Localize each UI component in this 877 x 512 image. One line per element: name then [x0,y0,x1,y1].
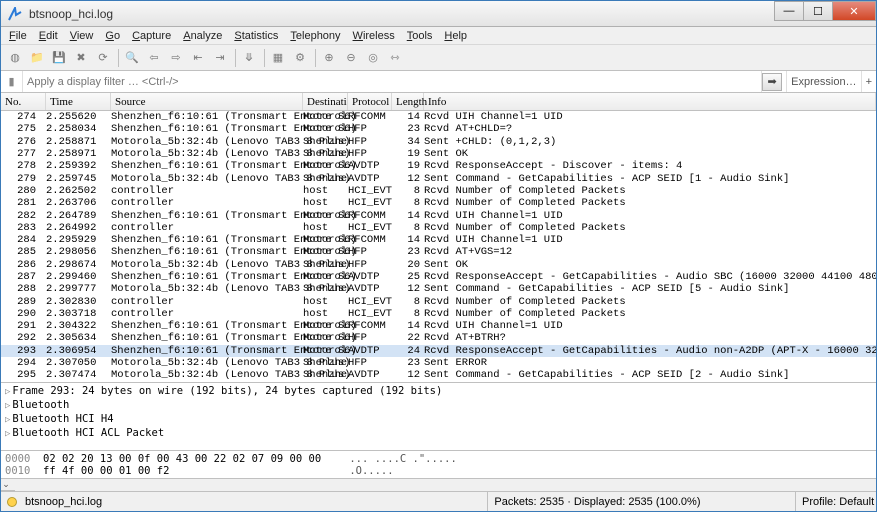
menu-tools[interactable]: Tools [401,30,439,42]
packet-bytes[interactable]: 000002 02 20 13 00 0f 00 43 00 22 02 07 … [1,451,876,479]
packet-row[interactable]: 2782.259392Shenzhen_f6:10:61 (Tronsmart … [1,160,876,172]
packet-row[interactable]: 2952.307474Motorola_5b:32:4b (Lenovo TAB… [1,369,876,381]
menu-capture[interactable]: Capture [126,30,177,42]
detail-item[interactable]: ▷Frame 293: 24 bytes on wire (192 bits),… [5,385,872,399]
menu-view[interactable]: View [64,30,100,42]
close-file-icon[interactable]: ✖ [71,48,91,68]
auto-scroll-icon[interactable]: ⤋ [239,48,259,68]
packet-list[interactable]: No. Time Source Destination Protocol Len… [1,93,876,383]
menu-file[interactable]: File [3,30,33,42]
status-profile[interactable]: Profile: Default [796,492,876,511]
packet-row[interactable]: 2772.258971Motorola_5b:32:4b (Lenovo TAB… [1,148,876,160]
menu-telephony[interactable]: Telephony [284,30,346,42]
status-bar: btsnoop_hci.log Packets: 2535 · Displaye… [1,491,876,511]
collapse-handle[interactable]: ⌄ [1,479,15,491]
menu-bar: FileEditViewGoCaptureAnalyzeStatisticsTe… [1,27,876,45]
packet-row[interactable]: 2832.264992controllerhostHCI_EVT8Rcvd Nu… [1,222,876,234]
detail-item[interactable]: ▷Bluetooth [5,399,872,413]
maximize-button[interactable]: ☐ [803,1,833,21]
packet-row[interactable]: 2872.299460Shenzhen_f6:10:61 (Tronsmart … [1,271,876,283]
shark-icon[interactable]: ◍ [5,48,25,68]
main-toolbar: ◍ 📁 💾 ✖ ⟳ 🔍 ⇦ ⇨ ⇤ ⇥ ⤋ ▦ ⚙ ⊕ ⊖ ◎ ⇿ [1,45,876,71]
packet-row[interactable]: 2902.303718controllerhostHCI_EVT8Rcvd Nu… [1,308,876,320]
reload-icon[interactable]: ⟳ [93,48,113,68]
packet-row[interactable]: 2822.264789Shenzhen_f6:10:61 (Tronsmart … [1,209,876,221]
col-length[interactable]: Length [392,93,424,110]
hex-row[interactable]: 000002 02 20 13 00 0f 00 43 00 22 02 07 … [5,453,872,465]
expression-button[interactable]: Expression… [786,71,860,92]
find-icon[interactable]: 🔍 [122,48,142,68]
colorize-icon[interactable]: ▦ [268,48,288,68]
options-icon[interactable]: ⚙ [290,48,310,68]
prev-icon[interactable]: ⇦ [144,48,164,68]
packet-row[interactable]: 2842.295929Shenzhen_f6:10:61 (Tronsmart … [1,234,876,246]
col-no[interactable]: No. [1,93,46,110]
menu-go[interactable]: Go [99,30,126,42]
jump-last-icon[interactable]: ⇥ [210,48,230,68]
packet-row[interactable]: 2762.258871Motorola_5b:32:4b (Lenovo TAB… [1,136,876,148]
add-filter-button[interactable]: + [861,71,876,92]
packet-row[interactable]: 2752.258034Shenzhen_f6:10:61 (Tronsmart … [1,123,876,135]
open-icon[interactable]: 📁 [27,48,47,68]
menu-statistics[interactable]: Statistics [228,30,284,42]
next-icon[interactable]: ⇨ [166,48,186,68]
packet-list-header[interactable]: No. Time Source Destination Protocol Len… [1,93,876,111]
resize-cols-icon[interactable]: ⇿ [385,48,405,68]
zoom-in-icon[interactable]: ⊕ [319,48,339,68]
menu-analyze[interactable]: Analyze [177,30,228,42]
menu-help[interactable]: Help [438,30,473,42]
packet-row[interactable]: 2942.307050Motorola_5b:32:4b (Lenovo TAB… [1,357,876,369]
packet-row[interactable]: 2912.304322Shenzhen_f6:10:61 (Tronsmart … [1,320,876,332]
packet-row[interactable]: 2882.299777Motorola_5b:32:4b (Lenovo TAB… [1,283,876,295]
packet-row[interactable]: 2742.255620Shenzhen_f6:10:61 (Tronsmart … [1,111,876,123]
col-time[interactable]: Time [46,93,111,110]
zoom-reset-icon[interactable]: ◎ [363,48,383,68]
packet-row[interactable]: 2892.302830controllerhostHCI_EVT8Rcvd Nu… [1,295,876,307]
menu-edit[interactable]: Edit [33,30,64,42]
col-source[interactable]: Source [111,93,303,110]
save-icon[interactable]: 💾 [49,48,69,68]
window-title: btsnoop_hci.log [29,7,113,21]
packet-row[interactable]: 2852.298056Shenzhen_f6:10:61 (Tronsmart … [1,246,876,258]
menu-wireless[interactable]: Wireless [347,30,401,42]
jump-first-icon[interactable]: ⇤ [188,48,208,68]
packet-row[interactable]: 2812.263706controllerhostHCI_EVT8Rcvd Nu… [1,197,876,209]
filter-bar: ▮ ➡ Expression… + [1,71,876,93]
packet-row[interactable]: 2792.259745Motorola_5b:32:4b (Lenovo TAB… [1,172,876,184]
close-button[interactable]: ✕ [832,1,876,21]
app-icon [7,6,23,22]
expert-info-button[interactable] [7,497,17,507]
bookmark-icon[interactable]: ▮ [1,71,23,92]
status-packets: Packets: 2535 · Displayed: 2535 (100.0%) [488,492,796,511]
packet-row[interactable]: 2932.306954Shenzhen_f6:10:61 (Tronsmart … [1,345,876,357]
detail-item[interactable]: ▷Bluetooth HCI H4 [5,413,872,427]
detail-item[interactable]: ▷Bluetooth HCI ACL Packet [5,427,872,441]
title-bar: btsnoop_hci.log — ☐ ✕ [1,1,876,27]
packet-details[interactable]: ▷Frame 293: 24 bytes on wire (192 bits),… [1,383,876,451]
packet-row[interactable]: 2802.262502controllerhostHCI_EVT8Rcvd Nu… [1,185,876,197]
col-info[interactable]: Info [424,93,876,110]
zoom-out-icon[interactable]: ⊖ [341,48,361,68]
display-filter-input[interactable] [23,76,761,88]
minimize-button[interactable]: — [774,1,804,21]
hex-row[interactable]: 0010ff 4f 00 00 01 00 f2 .O..... [5,465,872,477]
col-protocol[interactable]: Protocol [348,93,392,110]
packet-row[interactable]: 2862.298674Motorola_5b:32:4b (Lenovo TAB… [1,259,876,271]
apply-filter-button[interactable]: ➡ [762,73,782,91]
col-destination[interactable]: Destination [303,93,348,110]
status-file: btsnoop_hci.log [23,492,488,511]
packet-row[interactable]: 2922.305634Shenzhen_f6:10:61 (Tronsmart … [1,332,876,344]
